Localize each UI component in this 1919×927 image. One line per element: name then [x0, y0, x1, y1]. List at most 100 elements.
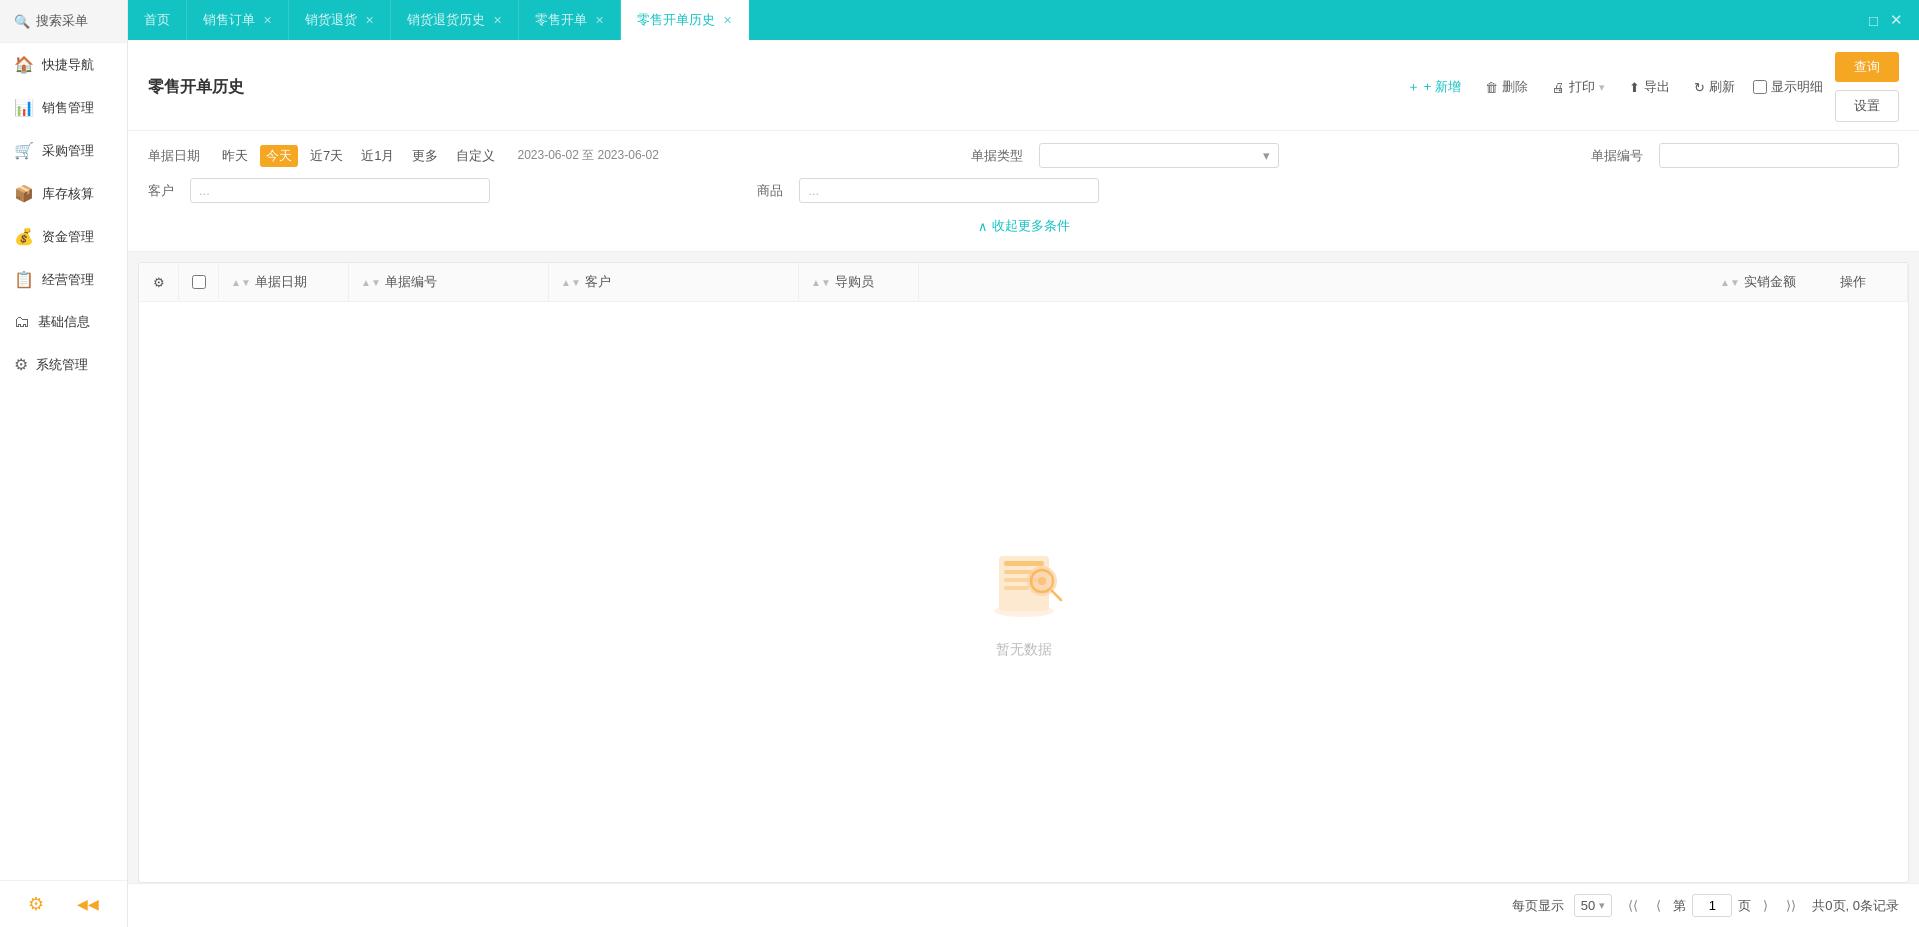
nav-icon-ops-mgmt: 📋 [14, 270, 34, 289]
export-label: 导出 [1644, 78, 1670, 96]
date-opt-last1m[interactable]: 近1月 [355, 145, 400, 167]
date-opt-custom[interactable]: 自定义 [450, 145, 501, 167]
date-opt-today[interactable]: 今天 [260, 145, 298, 167]
display-detail-label: 显示明细 [1771, 78, 1823, 96]
page-number-input[interactable] [1692, 894, 1732, 917]
per-page-label: 每页显示 [1512, 897, 1564, 915]
date-opt-last7[interactable]: 近7天 [304, 145, 349, 167]
sidebar: 🔍 搜索采单 🏠 快捷导航 📊 销售管理 🛒 采购管理 📦 库存核算 💰 资金管… [0, 0, 128, 927]
export-icon: ⬆ [1629, 80, 1640, 95]
th-checkbox[interactable] [179, 265, 219, 299]
tab-retail-history[interactable]: 零售开单历史✕ [621, 0, 749, 40]
add-button[interactable]: ＋ + 新增 [1401, 74, 1467, 100]
main-area: 首页销售订单✕销货退货✕销货退货历史✕零售开单✕零售开单历史✕ □ ✕ 零售开单… [128, 0, 1919, 927]
th-date-label: 单据日期 [255, 273, 307, 291]
tab-bar-right: □ ✕ [1869, 11, 1919, 29]
nav-icon-purchase-mgmt: 🛒 [14, 141, 34, 160]
date-range: 2023-06-02 至 2023-06-02 [517, 147, 658, 164]
th-date-sort-icon[interactable]: ▲▼ [231, 277, 251, 288]
tab-retail-open[interactable]: 零售开单✕ [519, 0, 621, 40]
sidebar-item-base-info[interactable]: 🗂 基础信息 [0, 301, 127, 343]
th-amount: ▲▼ 实销金额 [1708, 263, 1828, 301]
tab-close-sales-order[interactable]: ✕ [263, 14, 272, 27]
nav-label-finance: 资金管理 [42, 228, 94, 246]
nav-icon-quick-nav: 🏠 [14, 55, 34, 74]
tab-close-sales-return-history[interactable]: ✕ [493, 14, 502, 27]
collapse-label: 收起更多条件 [992, 217, 1070, 235]
empty-illustration [974, 526, 1074, 629]
filter-area: 单据日期 昨天今天近7天近1月更多自定义 2023-06-02 至 2023-0… [128, 131, 1919, 252]
collapse-more-btn[interactable]: ∧ 收起更多条件 [148, 213, 1899, 239]
sidebar-item-inventory[interactable]: 📦 库存核算 [0, 172, 127, 215]
export-button[interactable]: ⬆ 导出 [1623, 74, 1676, 100]
page-size-select[interactable]: 50 ▾ [1574, 894, 1612, 917]
th-amount-sort-icon[interactable]: ▲▼ [1720, 277, 1740, 288]
doc-type-label: 单据类型 [971, 147, 1023, 165]
nav-icon-sys-mgmt: ⚙ [14, 355, 28, 374]
tab-label-home: 首页 [144, 11, 170, 29]
th-customer: ▲▼ 客户 [549, 263, 799, 301]
customer-select[interactable]: ... [190, 178, 490, 203]
th-guide-sort-icon[interactable]: ▲▼ [811, 277, 831, 288]
page-last-btn[interactable]: ⟩⟩ [1780, 895, 1802, 916]
svg-rect-2 [1004, 561, 1044, 566]
date-opt-more[interactable]: 更多 [406, 145, 444, 167]
display-detail-checkbox-label[interactable]: 显示明细 [1753, 78, 1823, 96]
sidebar-item-finance[interactable]: 💰 资金管理 [0, 215, 127, 258]
tab-home[interactable]: 首页 [128, 0, 187, 40]
print-icon: 🖨 [1552, 80, 1565, 95]
date-options: 昨天今天近7天近1月更多自定义 [216, 145, 501, 167]
doc-num-label: 单据编号 [1591, 147, 1643, 165]
sidebar-item-quick-nav[interactable]: 🏠 快捷导航 [0, 43, 127, 86]
customer-label: 客户 [148, 182, 174, 200]
goods-select[interactable]: ... [799, 178, 1099, 203]
sidebar-bottom: ⚙ ◀◀ [0, 880, 127, 927]
tab-sales-return-history[interactable]: 销货退货历史✕ [391, 0, 519, 40]
sidebar-search[interactable]: 🔍 搜索采单 [0, 0, 127, 43]
th-num-label: 单据编号 [385, 273, 437, 291]
tab-close-sales-return[interactable]: ✕ [365, 14, 374, 27]
nav-label-quick-nav: 快捷导航 [42, 56, 94, 74]
th-settings[interactable]: ⚙ [139, 265, 179, 300]
th-num-sort-icon[interactable]: ▲▼ [361, 277, 381, 288]
sidebar-item-sys-mgmt[interactable]: ⚙ 系统管理 [0, 343, 127, 386]
refresh-button[interactable]: ↻ 刷新 [1688, 74, 1741, 100]
th-amount-label: 实销金额 [1744, 273, 1796, 291]
doc-num-input[interactable] [1659, 143, 1899, 168]
page-prev-btn[interactable]: ⟨ [1650, 895, 1667, 916]
window-restore-icon[interactable]: □ [1869, 12, 1878, 29]
set-button[interactable]: 设置 [1835, 90, 1899, 122]
tab-bar: 首页销售订单✕销货退货✕销货退货历史✕零售开单✕零售开单历史✕ □ ✕ [128, 0, 1919, 40]
sidebar-item-ops-mgmt[interactable]: 📋 经营管理 [0, 258, 127, 301]
nav-icon-sales-mgmt: 📊 [14, 98, 34, 117]
sidebar-item-sales-mgmt[interactable]: 📊 销售管理 [0, 86, 127, 129]
table-settings-icon[interactable]: ⚙ [153, 275, 165, 290]
tab-sales-order[interactable]: 销售订单 ✕ [187, 0, 289, 40]
total-info: 共0页, 0条记录 [1812, 897, 1899, 915]
page-next-btn[interactable]: ⟩ [1757, 895, 1774, 916]
page-first-btn[interactable]: ⟨⟨ [1622, 895, 1644, 916]
sidebar-collapse-btn[interactable]: ◀◀ [77, 896, 99, 912]
doc-type-select[interactable]: ▾ [1039, 143, 1279, 168]
query-button[interactable]: 查询 [1835, 52, 1899, 82]
tab-sales-return[interactable]: 销货退货✕ [289, 0, 391, 40]
filter-row-2: 客户 ... 商品 ... [148, 178, 1899, 203]
print-button[interactable]: 🖨 打印 ▾ [1546, 74, 1611, 100]
select-all-checkbox[interactable] [192, 275, 206, 289]
th-guide: ▲▼ 导购员 [799, 263, 919, 301]
page-nav: ⟨⟨ ⟨ 第 页 ⟩ ⟩⟩ [1622, 894, 1802, 917]
table-header: ⚙ ▲▼ 单据日期 ▲▼ 单据编号 ▲▼ 客户 ▲▼ 导购员 [139, 263, 1908, 302]
nav-label-inventory: 库存核算 [42, 185, 94, 203]
sidebar-settings-btn[interactable]: ⚙ [28, 893, 44, 915]
tab-close-retail-history[interactable]: ✕ [723, 14, 732, 27]
sidebar-item-purchase-mgmt[interactable]: 🛒 采购管理 [0, 129, 127, 172]
display-detail-checkbox[interactable] [1753, 80, 1767, 94]
window-close-icon[interactable]: ✕ [1890, 11, 1903, 29]
filter-row-1: 单据日期 昨天今天近7天近1月更多自定义 2023-06-02 至 2023-0… [148, 143, 1899, 168]
tab-close-retail-open[interactable]: ✕ [595, 14, 604, 27]
nav-icon-inventory: 📦 [14, 184, 34, 203]
date-opt-yesterday[interactable]: 昨天 [216, 145, 254, 167]
th-customer-sort-icon[interactable]: ▲▼ [561, 277, 581, 288]
delete-button[interactable]: 🗑 删除 [1479, 74, 1534, 100]
tab-label-sales-order: 销售订单 [203, 11, 255, 29]
